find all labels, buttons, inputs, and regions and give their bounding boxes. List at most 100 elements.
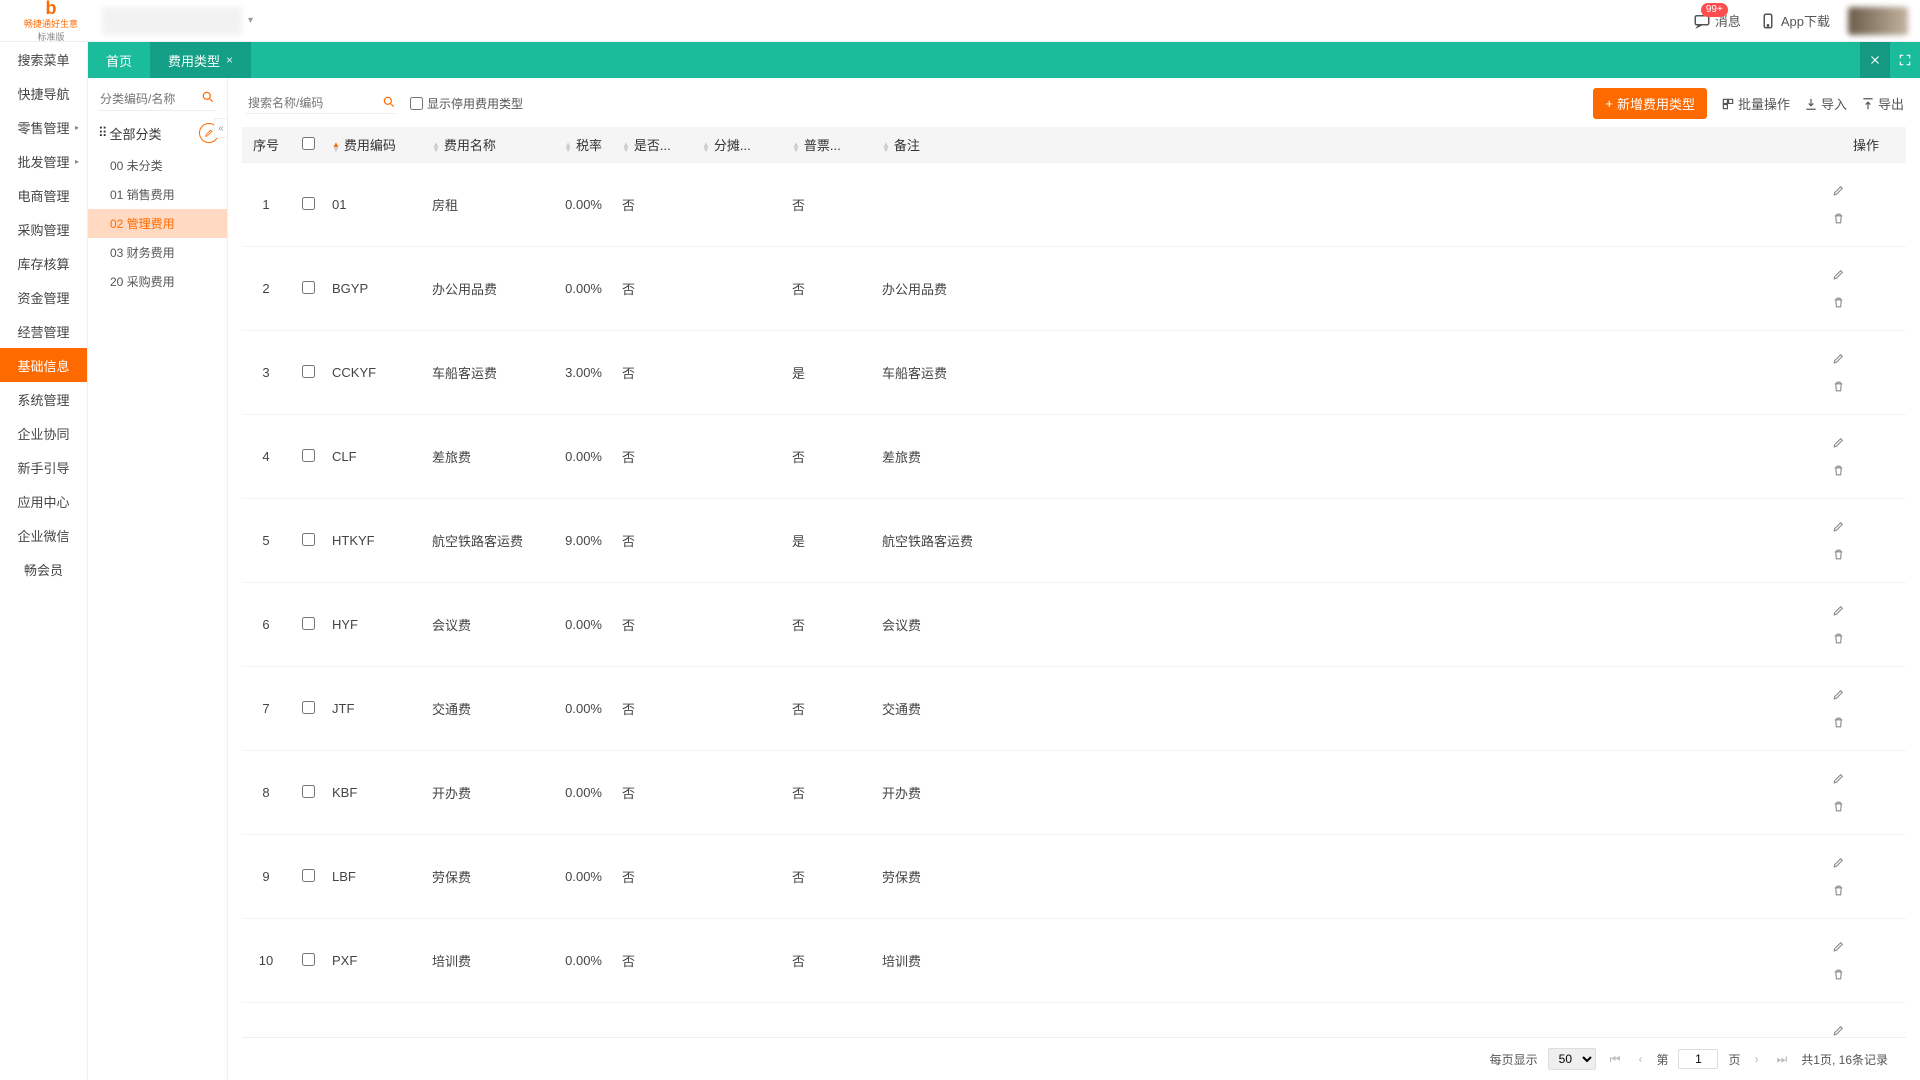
table-search-input[interactable] xyxy=(246,93,396,114)
page-next-button[interactable]: › xyxy=(1750,1052,1762,1066)
tab-1[interactable]: 费用类型× xyxy=(150,42,251,78)
export-button[interactable]: 导出 xyxy=(1861,94,1904,113)
sidebar-item-0[interactable]: 搜索菜单 xyxy=(0,42,87,76)
sidebar-item-10[interactable]: 系统管理 xyxy=(0,382,87,416)
category-item-0[interactable]: 00 未分类 xyxy=(88,151,227,180)
page-first-button[interactable]: ⏮ xyxy=(1606,1052,1625,1067)
user-avatar[interactable] xyxy=(1848,7,1908,35)
sidebar-item-13[interactable]: 应用中心 xyxy=(0,484,87,518)
sidebar-item-14[interactable]: 企业微信 xyxy=(0,518,87,552)
sidebar-item-1[interactable]: 快捷导航 xyxy=(0,76,87,110)
table-row[interactable]: 2BGYP办公用品费0.00%否否办公用品费 xyxy=(242,247,1906,331)
category-item-4[interactable]: 20 采购费用 xyxy=(88,267,227,296)
col-bool1[interactable]: ▲▼是否... xyxy=(616,127,696,163)
sidebar-item-5[interactable]: 采购管理 xyxy=(0,212,87,246)
col-bool3[interactable]: ▲▼普票... xyxy=(786,127,876,163)
messages-button[interactable]: 99+ 消息 xyxy=(1693,11,1741,30)
col-bool2[interactable]: ▲▼分摊... xyxy=(696,127,786,163)
row-checkbox[interactable] xyxy=(302,281,315,294)
col-name[interactable]: ▲▼费用名称 xyxy=(426,127,546,163)
table-row[interactable]: 5HTKYF航空铁路客运费9.00%否是航空铁路客运费 xyxy=(242,499,1906,583)
delete-row-button[interactable] xyxy=(1832,380,1900,393)
close-icon[interactable]: × xyxy=(226,53,233,67)
table-row[interactable]: 101房租0.00%否否 xyxy=(242,163,1906,247)
delete-row-button[interactable] xyxy=(1832,212,1900,225)
fullscreen-button[interactable] xyxy=(1890,42,1920,78)
import-button[interactable]: 导入 xyxy=(1804,94,1847,113)
edit-row-button[interactable] xyxy=(1832,436,1900,449)
search-icon[interactable] xyxy=(201,90,215,104)
delete-row-button[interactable] xyxy=(1832,632,1900,645)
row-checkbox[interactable] xyxy=(302,953,315,966)
edit-row-button[interactable] xyxy=(1832,604,1900,617)
table-row[interactable]: 7JTF交通费0.00%否否交通费 xyxy=(242,667,1906,751)
col-code[interactable]: ▲▼费用编码 xyxy=(326,127,426,163)
category-item-1[interactable]: 01 销售费用 xyxy=(88,180,227,209)
table-row[interactable]: 11SDF水电费0.00%否否水电费 xyxy=(242,1003,1906,1038)
search-icon[interactable] xyxy=(382,95,396,109)
batch-ops-button[interactable]: 批量操作 xyxy=(1721,94,1790,113)
row-checkbox[interactable] xyxy=(302,701,315,714)
edit-row-button[interactable] xyxy=(1832,1024,1900,1037)
delete-row-button[interactable] xyxy=(1832,548,1900,561)
edit-row-button[interactable] xyxy=(1832,940,1900,953)
edit-row-button[interactable] xyxy=(1832,184,1900,197)
edit-row-button[interactable] xyxy=(1832,772,1900,785)
row-checkbox[interactable] xyxy=(302,449,315,462)
row-checkbox[interactable] xyxy=(302,869,315,882)
sidebar-item-8[interactable]: 经营管理 xyxy=(0,314,87,348)
per-page-select[interactable]: 50 xyxy=(1548,1048,1596,1070)
page-last-button[interactable]: ⏭ xyxy=(1772,1052,1791,1067)
collapse-sidebar-button[interactable]: « xyxy=(214,118,228,138)
sidebar-item-11[interactable]: 企业协同 xyxy=(0,416,87,450)
edit-row-button[interactable] xyxy=(1832,688,1900,701)
sidebar-item-2[interactable]: 零售管理▸ xyxy=(0,110,87,144)
edit-row-button[interactable] xyxy=(1832,520,1900,533)
table-row[interactable]: 4CLF差旅费0.00%否否差旅费 xyxy=(242,415,1906,499)
tenant-selector[interactable] xyxy=(102,7,242,35)
sidebar-item-9[interactable]: 基础信息 xyxy=(0,348,87,382)
table-row[interactable]: 8KBF开办费0.00%否否开办费 xyxy=(242,751,1906,835)
tab-close-all-button[interactable] xyxy=(1860,42,1890,78)
row-checkbox[interactable] xyxy=(302,365,315,378)
row-checkbox[interactable] xyxy=(302,197,315,210)
edit-row-button[interactable] xyxy=(1832,268,1900,281)
edit-row-button[interactable] xyxy=(1832,856,1900,869)
col-checkbox[interactable] xyxy=(290,127,326,163)
category-search-input[interactable] xyxy=(98,88,217,111)
category-all[interactable]: ⠿ 全部分类 xyxy=(88,119,227,147)
col-rate[interactable]: ▲▼税率 xyxy=(546,127,616,163)
row-checkbox[interactable] xyxy=(302,617,315,630)
sidebar-item-12[interactable]: 新手引导 xyxy=(0,450,87,484)
delete-row-button[interactable] xyxy=(1832,716,1900,729)
delete-row-button[interactable] xyxy=(1832,800,1900,813)
delete-row-button[interactable] xyxy=(1832,968,1900,981)
category-item-3[interactable]: 03 财务费用 xyxy=(88,238,227,267)
col-index[interactable]: 序号 xyxy=(242,127,290,163)
table-row[interactable]: 10PXF培训费0.00%否否培训费 xyxy=(242,919,1906,1003)
show-disabled-input[interactable] xyxy=(410,97,423,110)
sidebar-item-15[interactable]: 畅会员 xyxy=(0,552,87,586)
row-checkbox[interactable] xyxy=(302,533,315,546)
table-row[interactable]: 6HYF会议费0.00%否否会议费 xyxy=(242,583,1906,667)
sidebar-item-6[interactable]: 库存核算 xyxy=(0,246,87,280)
category-item-2[interactable]: 02 管理费用 xyxy=(88,209,227,238)
sidebar-item-4[interactable]: 电商管理 xyxy=(0,178,87,212)
tab-0[interactable]: 首页 xyxy=(88,42,150,78)
show-disabled-checkbox[interactable]: 显示停用费用类型 xyxy=(410,95,523,112)
delete-row-button[interactable] xyxy=(1832,884,1900,897)
sidebar-item-3[interactable]: 批发管理▸ xyxy=(0,144,87,178)
col-remark[interactable]: ▲▼备注 xyxy=(876,127,1826,163)
app-download-button[interactable]: App下载 xyxy=(1759,11,1830,30)
page-input[interactable] xyxy=(1678,1049,1718,1069)
add-expense-type-button[interactable]: + 新增费用类型 xyxy=(1593,88,1707,119)
delete-row-button[interactable] xyxy=(1832,296,1900,309)
sidebar-item-7[interactable]: 资金管理 xyxy=(0,280,87,314)
table-row[interactable]: 3CCKYF车船客运费3.00%否是车船客运费 xyxy=(242,331,1906,415)
row-checkbox[interactable] xyxy=(302,785,315,798)
edit-row-button[interactable] xyxy=(1832,352,1900,365)
delete-row-button[interactable] xyxy=(1832,464,1900,477)
table-row[interactable]: 9LBF劳保费0.00%否否劳保费 xyxy=(242,835,1906,919)
page-prev-button[interactable]: ‹ xyxy=(1634,1052,1646,1066)
select-all-checkbox[interactable] xyxy=(302,137,315,150)
